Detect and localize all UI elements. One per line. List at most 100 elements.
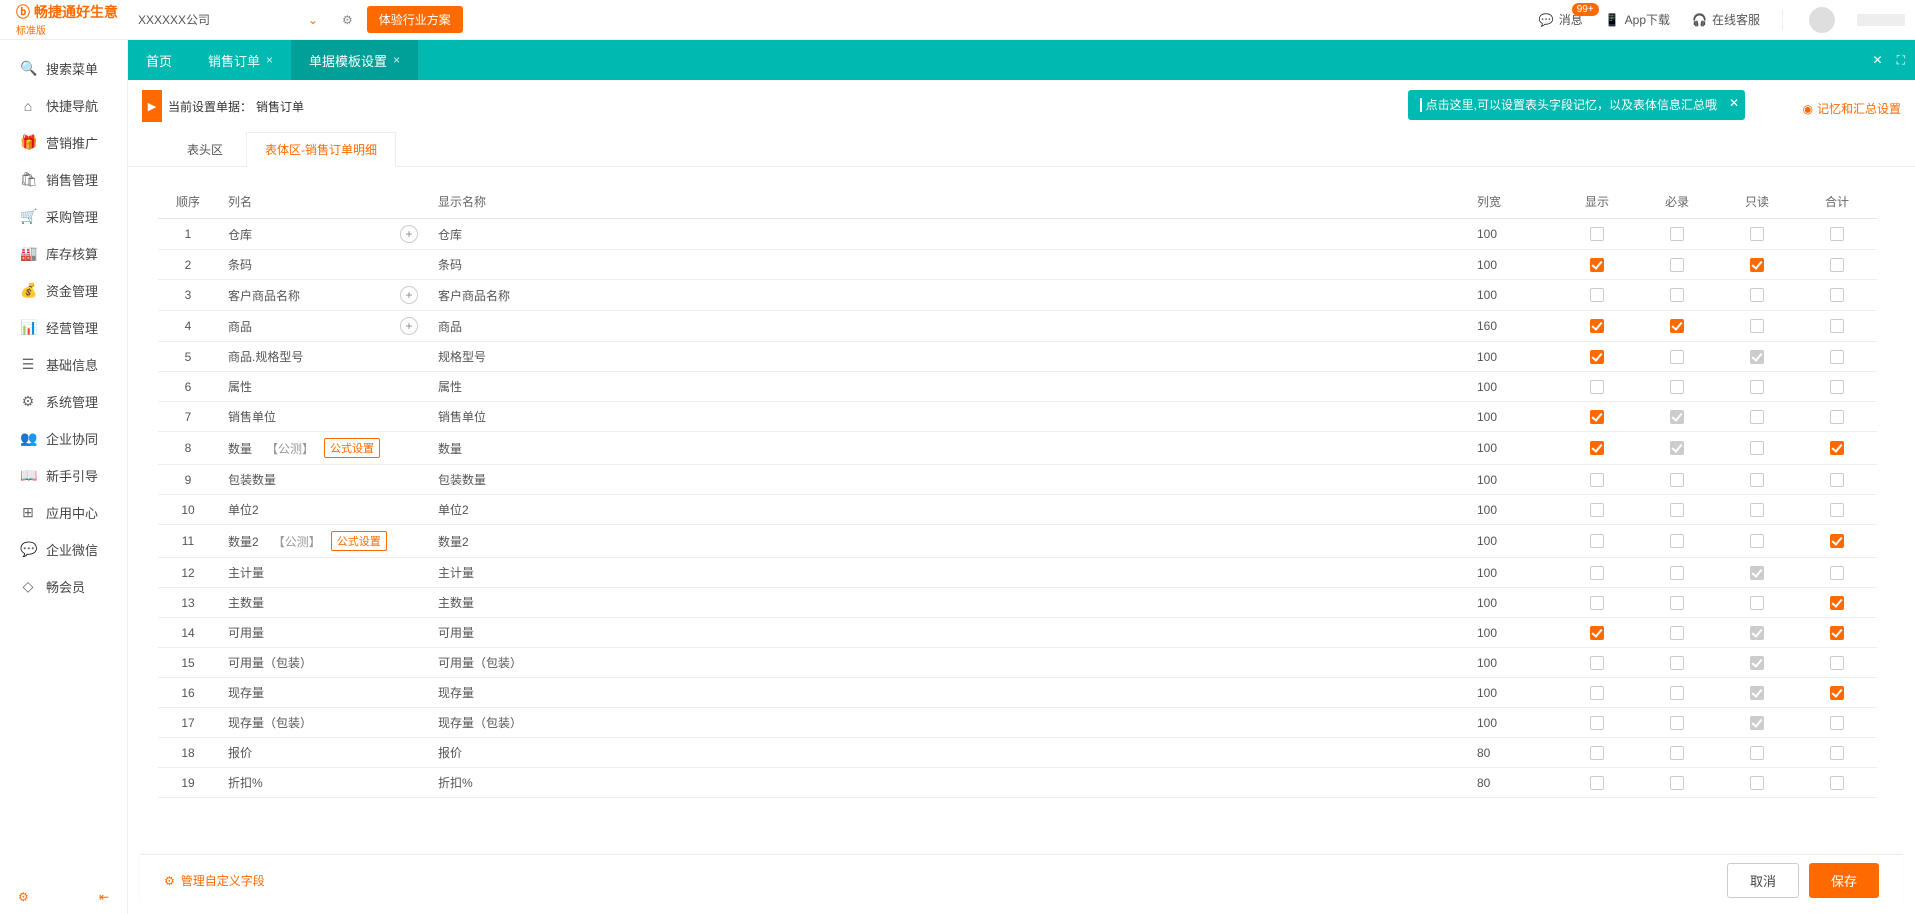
display-cell[interactable]: 包装数量 bbox=[428, 465, 1467, 495]
width-cell[interactable] bbox=[1467, 708, 1557, 738]
checkbox[interactable] bbox=[1830, 776, 1844, 790]
display-cell[interactable]: 销售单位 bbox=[428, 402, 1467, 432]
checkbox[interactable] bbox=[1670, 746, 1684, 760]
checkbox[interactable] bbox=[1670, 716, 1684, 730]
width-cell[interactable] bbox=[1467, 495, 1557, 525]
add-button[interactable]: + bbox=[400, 286, 418, 304]
checkbox[interactable] bbox=[1670, 350, 1684, 364]
col-width[interactable]: 列宽 bbox=[1467, 185, 1557, 219]
checkbox[interactable] bbox=[1830, 566, 1844, 580]
checkbox[interactable] bbox=[1590, 566, 1604, 580]
trial-button[interactable]: 体验行业方案 bbox=[367, 6, 463, 33]
checkbox[interactable] bbox=[1670, 776, 1684, 790]
width-input[interactable] bbox=[1477, 503, 1527, 517]
checkbox[interactable] bbox=[1590, 686, 1604, 700]
sidebar-item[interactable]: 🔍搜索菜单 bbox=[0, 50, 127, 87]
display-cell[interactable]: 规格型号 bbox=[428, 342, 1467, 372]
width-input[interactable] bbox=[1477, 441, 1527, 455]
width-input[interactable] bbox=[1477, 380, 1527, 394]
display-cell[interactable]: 单位2 bbox=[428, 495, 1467, 525]
width-cell[interactable] bbox=[1467, 558, 1557, 588]
sidebar-item[interactable]: 🎁营销推广 bbox=[0, 124, 127, 161]
width-cell[interactable] bbox=[1467, 525, 1557, 558]
checkbox[interactable] bbox=[1830, 534, 1844, 548]
col-readonly[interactable]: 只读 bbox=[1717, 185, 1797, 219]
close-tip-icon[interactable]: ✕ bbox=[1729, 94, 1739, 112]
fullscreen-icon[interactable]: ⛶ bbox=[1897, 53, 1905, 68]
checkbox[interactable] bbox=[1670, 686, 1684, 700]
manage-custom-fields-link[interactable]: ⚙ 管理自定义字段 bbox=[164, 872, 265, 889]
messages-link[interactable]: 💬 消息 99+ bbox=[1539, 11, 1583, 28]
add-button[interactable]: + bbox=[400, 225, 418, 243]
settings-icon[interactable]: ⚙ bbox=[18, 890, 29, 904]
checkbox[interactable] bbox=[1830, 258, 1844, 272]
width-input[interactable] bbox=[1477, 686, 1527, 700]
checkbox[interactable] bbox=[1750, 410, 1764, 424]
width-input[interactable] bbox=[1477, 716, 1527, 730]
formula-link[interactable]: 公式设置 bbox=[331, 531, 387, 551]
width-cell[interactable] bbox=[1467, 648, 1557, 678]
checkbox[interactable] bbox=[1750, 227, 1764, 241]
checkbox[interactable] bbox=[1670, 566, 1684, 580]
display-cell[interactable]: 数量 bbox=[428, 432, 1467, 465]
checkbox[interactable] bbox=[1670, 473, 1684, 487]
width-cell[interactable] bbox=[1467, 219, 1557, 250]
sidebar-item[interactable]: 🏭库存核算 bbox=[0, 235, 127, 272]
checkbox[interactable] bbox=[1670, 380, 1684, 394]
checkbox[interactable] bbox=[1670, 503, 1684, 517]
checkbox[interactable] bbox=[1830, 288, 1844, 302]
checkbox[interactable] bbox=[1590, 380, 1604, 394]
checkbox[interactable] bbox=[1590, 534, 1604, 548]
checkbox[interactable] bbox=[1670, 596, 1684, 610]
collapse-sidebar-icon[interactable]: ⇤ bbox=[99, 890, 109, 904]
memory-summary-link[interactable]: ◉ 记忆和汇总设置 bbox=[1803, 100, 1902, 117]
checkbox[interactable] bbox=[1830, 473, 1844, 487]
close-tab-icon[interactable]: × bbox=[266, 53, 273, 67]
width-input[interactable] bbox=[1477, 227, 1527, 241]
width-input[interactable] bbox=[1477, 656, 1527, 670]
width-input[interactable] bbox=[1477, 566, 1527, 580]
sidebar-item[interactable]: 👥企业协同 bbox=[0, 420, 127, 457]
checkbox[interactable] bbox=[1590, 716, 1604, 730]
display-cell[interactable]: 现存量（包装） bbox=[428, 708, 1467, 738]
col-name[interactable]: 列名 bbox=[218, 185, 428, 219]
display-cell[interactable]: 主计量 bbox=[428, 558, 1467, 588]
app-download-link[interactable]: 📱 App下载 bbox=[1605, 11, 1670, 28]
sidebar-item[interactable]: 🛍销售管理 bbox=[0, 161, 127, 198]
display-cell[interactable]: 条码 bbox=[428, 250, 1467, 280]
subtab[interactable]: 表体区-销售订单明细 bbox=[246, 132, 396, 167]
support-link[interactable]: 🎧 在线客服 bbox=[1692, 11, 1760, 28]
width-cell[interactable] bbox=[1467, 432, 1557, 465]
display-cell[interactable]: 商品 bbox=[428, 311, 1467, 342]
width-cell[interactable] bbox=[1467, 250, 1557, 280]
tab[interactable]: 首页 bbox=[128, 40, 190, 80]
checkbox[interactable] bbox=[1590, 656, 1604, 670]
width-input[interactable] bbox=[1477, 319, 1527, 333]
checkbox[interactable] bbox=[1750, 596, 1764, 610]
checkbox[interactable] bbox=[1590, 746, 1604, 760]
display-cell[interactable]: 仓库 bbox=[428, 219, 1467, 250]
width-cell[interactable] bbox=[1467, 372, 1557, 402]
checkbox[interactable] bbox=[1670, 258, 1684, 272]
sidebar-item[interactable]: ◇畅会员 bbox=[0, 568, 127, 605]
sidebar-item[interactable]: ☰基础信息 bbox=[0, 346, 127, 383]
display-cell[interactable]: 可用量 bbox=[428, 618, 1467, 648]
width-input[interactable] bbox=[1477, 776, 1527, 790]
checkbox[interactable] bbox=[1590, 288, 1604, 302]
checkbox[interactable] bbox=[1830, 227, 1844, 241]
display-cell[interactable]: 报价 bbox=[428, 738, 1467, 768]
close-all-icon[interactable]: ✕ bbox=[1873, 53, 1883, 67]
cancel-button[interactable]: 取消 bbox=[1727, 863, 1799, 898]
display-cell[interactable]: 折扣% bbox=[428, 768, 1467, 798]
width-cell[interactable] bbox=[1467, 678, 1557, 708]
sidebar-item[interactable]: ⌂快捷导航 bbox=[0, 87, 127, 124]
close-tab-icon[interactable]: × bbox=[393, 53, 400, 67]
checkbox[interactable] bbox=[1750, 776, 1764, 790]
width-input[interactable] bbox=[1477, 473, 1527, 487]
checkbox[interactable] bbox=[1670, 656, 1684, 670]
col-seq[interactable]: 顺序 bbox=[158, 185, 218, 219]
width-input[interactable] bbox=[1477, 288, 1527, 302]
checkbox[interactable] bbox=[1590, 596, 1604, 610]
width-input[interactable] bbox=[1477, 350, 1527, 364]
checkbox[interactable] bbox=[1670, 319, 1684, 333]
